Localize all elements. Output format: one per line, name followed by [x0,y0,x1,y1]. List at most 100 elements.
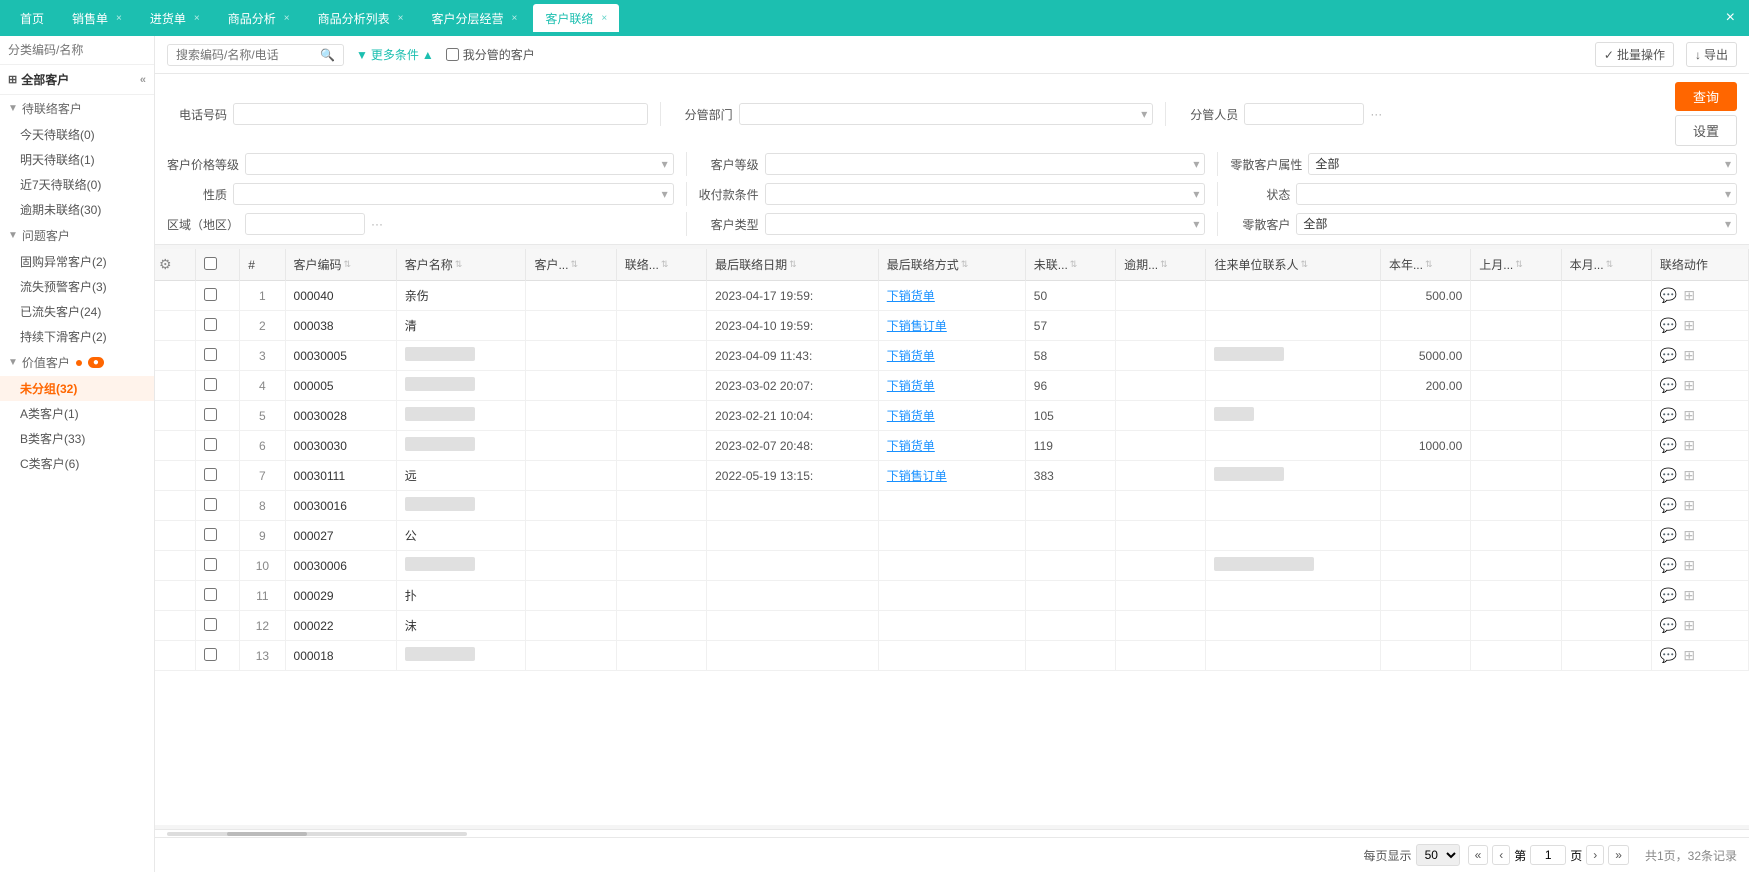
sidebar-item-churned[interactable]: 已流失客户(24) [0,299,154,324]
sidebar-item-overdue[interactable]: 逾期未联络(30) [0,197,154,222]
filter-search-input[interactable] [176,48,316,62]
lastdate-col-header[interactable]: 最后联络日期⇅ [707,249,879,281]
price-level-select[interactable] [245,153,674,175]
row-lastway-cell[interactable]: 下销货单 [878,401,1025,431]
row-checkbox-cell[interactable] [195,371,240,401]
nav-customer-segment[interactable]: 客户分层经营 × [419,4,529,32]
cust-type-select[interactable] [765,213,1206,235]
payment-select[interactable] [765,183,1206,205]
message-icon[interactable]: 💬 [1660,587,1677,604]
window-close-button[interactable]: × [1720,7,1741,29]
all-customers-label[interactable]: 全部客户 [21,71,69,88]
row-checkbox-cell[interactable] [195,311,240,341]
row-checkbox-cell[interactable] [195,521,240,551]
row-checkbox[interactable] [204,438,217,451]
staff-more-icon[interactable]: ··· [1370,107,1382,121]
first-page-button[interactable]: « [1468,845,1489,865]
row-checkbox[interactable] [204,648,217,661]
message-icon[interactable]: 💬 [1660,317,1677,334]
row-lastway-cell[interactable]: 下销货单 [878,371,1025,401]
sidebar-item-groupA[interactable]: A类客户(1) [0,401,154,426]
my-customers-check[interactable] [446,48,459,61]
reset-button[interactable]: 设置 [1675,115,1737,146]
row-checkbox[interactable] [204,588,217,601]
message-icon[interactable]: 💬 [1660,407,1677,424]
row-lastway-cell[interactable]: 下销货单 [878,431,1025,461]
message-icon[interactable]: 💬 [1660,437,1677,454]
message-icon[interactable]: 💬 [1660,497,1677,514]
sidebar-item-groupC[interactable]: C类客户(6) [0,451,154,476]
prev-page-button[interactable]: ‹ [1492,845,1510,865]
query-button[interactable]: 查询 [1675,82,1737,111]
sidebar-section-value[interactable]: ▼ 价值客户 ● [0,349,154,376]
message-icon[interactable]: 💬 [1660,527,1677,544]
grid-action-icon[interactable]: ⊞ [1683,587,1695,604]
message-icon[interactable]: 💬 [1660,467,1677,484]
nav-customer-contact[interactable]: 客户联络 × [533,4,619,32]
overdue-col-header[interactable]: 逾期...⇅ [1116,249,1206,281]
name-col-header[interactable]: 客户名称⇅ [396,249,526,281]
retail-cust-select[interactable]: 全部 [1296,213,1737,235]
sidebar-item-declining[interactable]: 持续下滑客户(2) [0,324,154,349]
close-segment-icon[interactable]: × [511,13,517,24]
cust-level-select[interactable] [765,153,1206,175]
sidebar-search-input[interactable] [8,43,155,57]
my-customers-checkbox[interactable]: 我分管的客户 [446,46,535,63]
nocontact-col-header[interactable]: 未联...⇅ [1025,249,1115,281]
lastway-col-header[interactable]: 最后联络方式⇅ [878,249,1025,281]
sidebar-item-churn-risk[interactable]: 流失预警客户(3) [0,274,154,299]
message-icon[interactable]: 💬 [1660,557,1677,574]
export-button[interactable]: ↓ 导出 [1686,42,1737,67]
sidebar-section-problem[interactable]: ▼ 问题客户 [0,222,154,249]
grid-action-icon[interactable]: ⊞ [1683,407,1695,424]
row-lastway-cell[interactable]: 下销货单 [878,281,1025,311]
row-checkbox[interactable] [204,378,217,391]
row-checkbox-cell[interactable] [195,611,240,641]
row-checkbox[interactable] [204,318,217,331]
close-purchase-icon[interactable]: × [194,13,200,24]
thisyear-col-header[interactable]: 本年...⇅ [1380,249,1470,281]
grid-action-icon[interactable]: ⊞ [1683,557,1695,574]
grid-action-icon[interactable]: ⊞ [1683,347,1695,364]
next-page-button[interactable]: › [1586,845,1604,865]
row-checkbox[interactable] [204,288,217,301]
settings-col-header[interactable]: ⚙ [155,249,195,281]
grid-action-icon[interactable]: ⊞ [1683,617,1695,634]
grid-action-icon[interactable]: ⊞ [1683,287,1695,304]
bizcontact-col-header[interactable]: 往来单位联系人⇅ [1206,249,1381,281]
nav-purchase[interactable]: 进货单 × [138,4,212,32]
sidebar-item-ungroup[interactable]: 未分组(32) [0,376,154,401]
staff-input[interactable] [1244,103,1364,125]
phone-input[interactable] [233,103,648,125]
retail-attr-select[interactable]: 全部 [1308,153,1737,175]
status-select[interactable] [1296,183,1737,205]
page-number-input[interactable] [1530,845,1566,865]
row-lastway-cell[interactable]: 下销售订单 [878,311,1025,341]
nav-analysis-list[interactable]: 商品分析列表 × [306,4,416,32]
row-lastway-cell[interactable]: 下销货单 [878,341,1025,371]
code-col-header[interactable]: 客户编码⇅ [285,249,396,281]
row-checkbox[interactable] [204,348,217,361]
message-icon[interactable]: 💬 [1660,287,1677,304]
row-checkbox-cell[interactable] [195,341,240,371]
close-analysis-list-icon[interactable]: × [398,13,404,24]
thismonth-col-header[interactable]: 本月...⇅ [1561,249,1651,281]
nav-home[interactable]: 首页 [8,4,56,32]
row-checkbox-cell[interactable] [195,551,240,581]
sidebar-item-abnormal[interactable]: 固购异常客户(2) [0,249,154,274]
row-checkbox[interactable] [204,618,217,631]
row-checkbox[interactable] [204,408,217,421]
grid-action-icon[interactable]: ⊞ [1683,497,1695,514]
row-checkbox[interactable] [204,468,217,481]
row-checkbox[interactable] [204,498,217,511]
grid-action-icon[interactable]: ⊞ [1683,437,1695,454]
per-page-select[interactable]: 50 [1416,844,1460,866]
grid-action-icon[interactable]: ⊞ [1683,527,1695,544]
row-checkbox-cell[interactable] [195,281,240,311]
close-sales-icon[interactable]: × [116,13,122,24]
nature-select[interactable] [233,183,674,205]
last-page-button[interactable]: » [1608,845,1629,865]
message-icon[interactable]: 💬 [1660,377,1677,394]
grid-action-icon[interactable]: ⊞ [1683,467,1695,484]
more-filters-button[interactable]: ▼ 更多条件 ▲ [356,46,434,63]
